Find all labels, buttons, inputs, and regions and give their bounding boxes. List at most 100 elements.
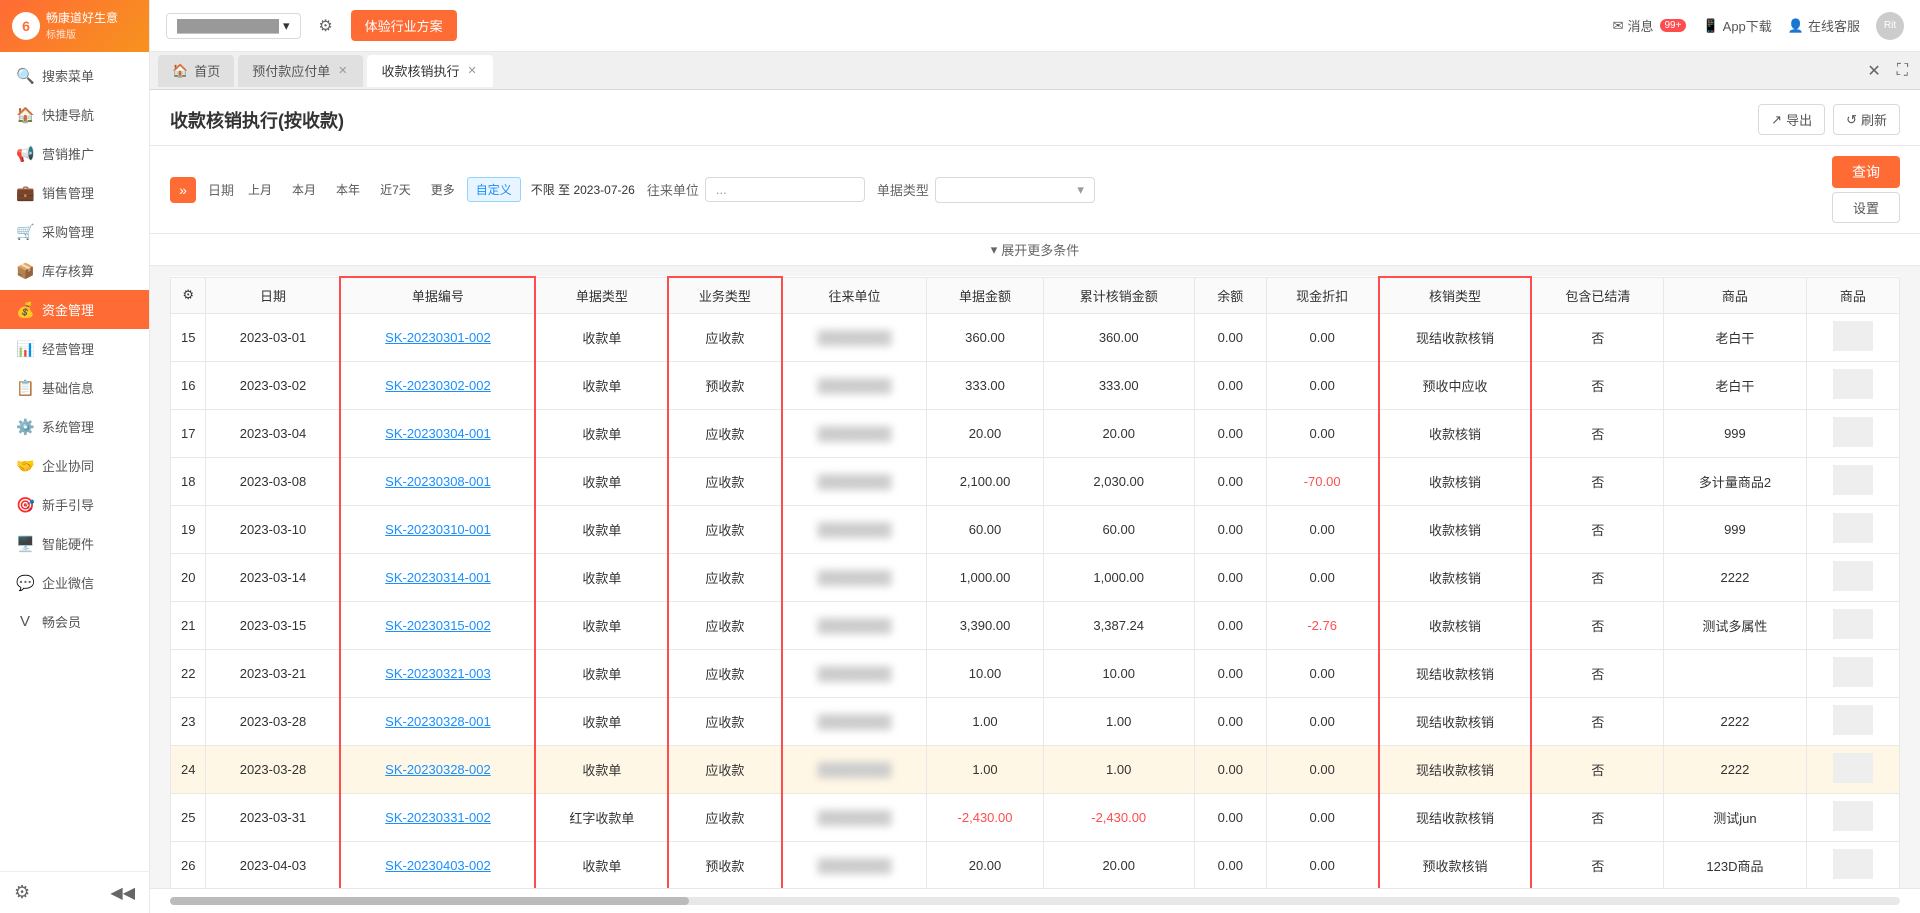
horizontal-scrollbar[interactable] [170,897,1900,905]
download-icon: 📱 [1702,18,1718,34]
row-balance: 0.00 [1194,650,1266,698]
gear-button[interactable]: ⚙ [311,11,341,41]
row-product2 [1806,698,1899,746]
sidebar-item-purchase[interactable]: 🛒 采购管理 [0,212,149,251]
row-product1: 2222 [1664,698,1807,746]
tab-close-writeoff[interactable]: ✕ [465,63,478,78]
row-partner: ████████ [782,410,927,458]
row-date: 2023-03-28 [206,746,341,794]
sidebar-item-label: 搜索菜单 [42,66,94,85]
settings-icon[interactable]: ⚙ [14,882,30,903]
sidebar-item-basicinfo[interactable]: 📋 基础信息 [0,368,149,407]
message-button[interactable]: ✉ 消息 99+ [1613,16,1687,35]
row-included: 否 [1531,506,1663,554]
table-row: 25 2023-03-31 SK-20230331-002 红字收款单 应收款 … [171,794,1900,842]
sidebar-item-operations[interactable]: 📊 经营管理 [0,329,149,368]
row-partner: ████████ [782,842,927,889]
top-bar-right: ✉ 消息 99+ 📱 App下载 👤 在线客服 Rit [1613,12,1904,40]
export-icon: ↗ [1771,112,1782,128]
row-amount: 20.00 [927,842,1043,889]
filter-expand-button[interactable]: » [170,177,196,203]
top-bar-left: ████████████ ▾ ⚙ 体验行业方案 [166,10,1601,41]
sidebar-item-sales[interactable]: 💼 销售管理 [0,173,149,212]
scrollbar-thumb[interactable] [170,897,689,905]
column-settings-icon[interactable]: ⚙ [182,287,194,302]
partner-input[interactable]: ... [705,177,865,202]
sidebar-item-hardware[interactable]: 🖥️ 智能硬件 [0,524,149,563]
date-tab-custom[interactable]: 自定义 [467,177,521,202]
tab-bar-actions: ✕ ⛶ [1863,57,1912,85]
sidebar-item-search[interactable]: 🔍 搜索菜单 [0,56,149,95]
sidebar-item-guide[interactable]: 🎯 新手引导 [0,485,149,524]
date-tab-more[interactable]: 更多 [423,178,463,201]
weixin-icon: 💬 [16,574,34,592]
tab-label: 收款核销执行 [381,61,459,80]
online-service-button[interactable]: 👤 在线客服 [1788,16,1860,35]
page-content: 收款核销执行(按收款) ↗ 导出 ↺ 刷新 » 日期 上月 本月 [150,90,1920,913]
row-product2 [1806,410,1899,458]
row-partner: ████████ [782,698,927,746]
row-amount: 1,000.00 [927,554,1043,602]
row-balance: 0.00 [1194,794,1266,842]
date-tab-last-month[interactable]: 上月 [240,178,280,201]
row-included: 否 [1531,458,1663,506]
row-canceltype: 收款核销 [1379,458,1532,506]
service-label: 在线客服 [1808,16,1860,35]
partner-filter-label: 往来单位 [647,180,699,199]
sidebar-item-member[interactable]: V 畅会员 [0,602,149,641]
expand-more-button[interactable]: ▾ 展开更多条件 [991,240,1080,259]
row-doctype: 收款单 [535,410,668,458]
row-amount: 333.00 [927,362,1043,410]
query-button[interactable]: 查询 [1832,156,1900,188]
doctype-select[interactable]: ▾ [935,177,1095,203]
search-icon: 🔍 [16,67,34,85]
sidebar-item-finance[interactable]: 💰 资金管理 [0,290,149,329]
system-icon: ⚙️ [16,418,34,436]
sidebar-item-marketing[interactable]: 📢 营销推广 [0,134,149,173]
table-row: 19 2023-03-10 SK-20230310-001 收款单 应收款 ██… [171,506,1900,554]
sidebar-item-collab[interactable]: 🤝 企业协同 [0,446,149,485]
row-product2 [1806,842,1899,889]
row-amount: -2,430.00 [927,794,1043,842]
col-settings[interactable]: ⚙ [171,277,206,314]
collapse-icon[interactable]: ◀◀ [110,883,135,903]
row-discount: -2.76 [1266,602,1378,650]
row-canceltype: 收款核销 [1379,506,1532,554]
sidebar-item-inventory[interactable]: 📦 库存核算 [0,251,149,290]
date-tab-7days[interactable]: 近7天 [372,178,419,201]
export-button[interactable]: ↗ 导出 [1758,104,1825,135]
sidebar-item-quicknav[interactable]: 🏠 快捷导航 [0,95,149,134]
row-order: SK-20230310-001 [340,506,535,554]
close-tab-button[interactable]: ✕ [1863,57,1884,85]
row-included: 否 [1531,842,1663,889]
row-product1: 123D商品 [1664,842,1807,889]
industry-solution-button[interactable]: 体验行业方案 [351,10,457,41]
filter-settings-button[interactable]: 设置 [1832,192,1900,223]
refresh-button[interactable]: ↺ 刷新 [1833,104,1900,135]
row-partner: ████████ [782,602,927,650]
row-biztype: 预收款 [668,842,781,889]
row-canceltype: 收款核销 [1379,602,1532,650]
sidebar-item-weixin[interactable]: 💬 企业微信 [0,563,149,602]
row-biztype: 预收款 [668,362,781,410]
row-order: SK-20230315-002 [340,602,535,650]
finance-icon: 💰 [16,301,34,319]
tab-prepay[interactable]: 预付款应付单 ✕ [238,55,363,87]
app-download-button[interactable]: 📱 App下载 [1702,16,1771,35]
date-tab-this-year[interactable]: 本年 [328,178,368,201]
workspace-selector[interactable]: ████████████ ▾ [166,13,301,39]
row-canceltype: 预收款核销 [1379,842,1532,889]
sidebar-item-system[interactable]: ⚙️ 系统管理 [0,407,149,446]
user-avatar[interactable]: Rit [1876,12,1904,40]
date-filter-label: 日期 [208,180,234,199]
maximize-tab-button[interactable]: ⛶ [1893,58,1912,84]
tab-close-prepay[interactable]: ✕ [336,63,349,78]
row-product1: 老白干 [1664,362,1807,410]
tab-home[interactable]: 🏠 首页 [158,55,234,87]
row-date: 2023-03-02 [206,362,341,410]
row-product2 [1806,650,1899,698]
app-logo: 6 畅康道好生意 标推版 [0,0,149,52]
date-tab-this-month[interactable]: 本月 [284,178,324,201]
tab-writeoff[interactable]: 收款核销执行 ✕ [367,55,492,87]
page-actions: ↗ 导出 ↺ 刷新 [1758,104,1900,135]
